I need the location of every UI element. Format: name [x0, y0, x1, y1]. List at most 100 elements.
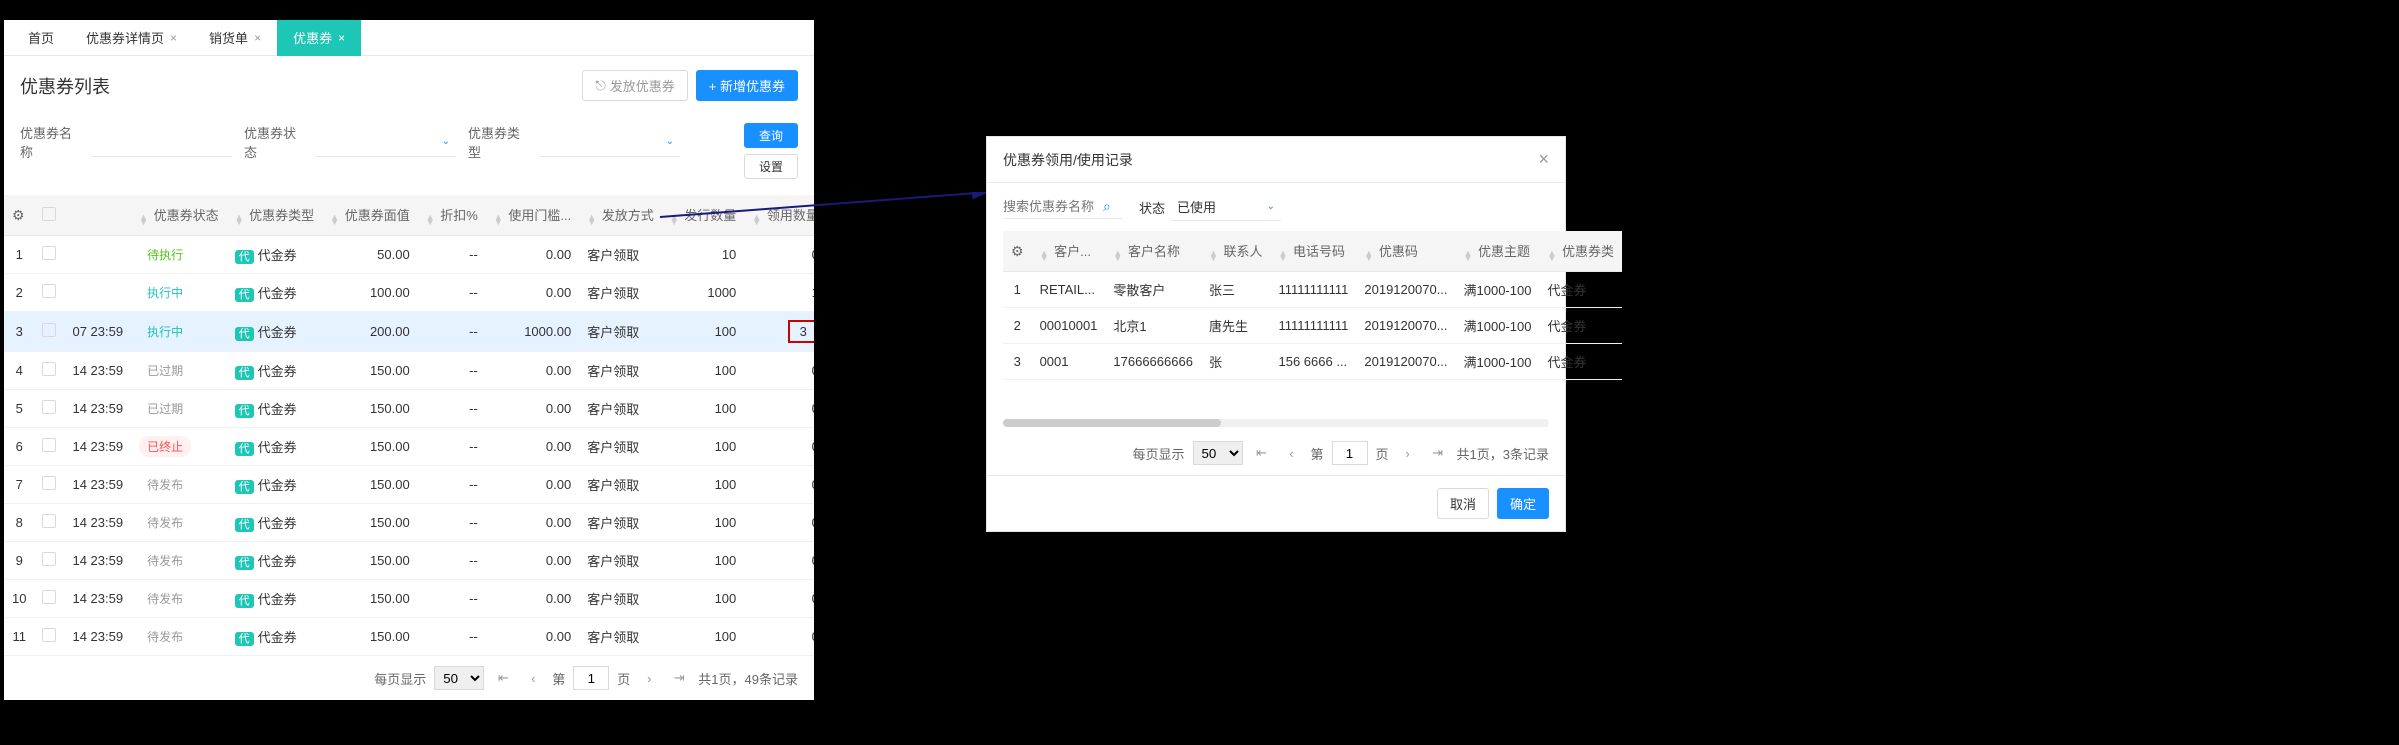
- checkbox[interactable]: [42, 207, 56, 221]
- sort-icon[interactable]: ▲▼: [670, 215, 679, 225]
- row-received[interactable]: 0: [744, 352, 814, 390]
- sort-icon[interactable]: ▲▼: [1547, 251, 1556, 261]
- tab[interactable]: 首页: [12, 20, 70, 56]
- column-header[interactable]: ▲▼ 发行数量: [662, 195, 745, 236]
- row-received[interactable]: 0: [744, 504, 814, 542]
- highlighted-count[interactable]: 3: [788, 320, 814, 343]
- prev-page-button[interactable]: ‹: [522, 667, 544, 689]
- row-received[interactable]: 0: [744, 428, 814, 466]
- table-row[interactable]: 3000117666666666张156 6666 ...2019120070.…: [1003, 344, 1622, 380]
- page-input[interactable]: [1332, 441, 1368, 465]
- column-header[interactable]: ▲▼ 客户...: [1032, 231, 1106, 272]
- table-row[interactable]: 1114 23:59待发布代代金券150.00--0.00客户领取10000⎋⊞: [4, 618, 814, 656]
- close-icon[interactable]: ×: [338, 31, 345, 45]
- column-header[interactable]: ⚙: [1003, 231, 1032, 272]
- sort-icon[interactable]: ▲▼: [1040, 251, 1049, 261]
- filter-status-select[interactable]: ⌄: [316, 127, 456, 157]
- table-row[interactable]: 814 23:59待发布代代金券150.00--0.00客户领取10000⎋⊞: [4, 504, 814, 542]
- next-page-button[interactable]: ›: [638, 667, 660, 689]
- column-header[interactable]: ▲▼ 客户名称: [1105, 231, 1201, 272]
- last-page-button[interactable]: ⇥: [1427, 442, 1449, 464]
- column-header[interactable]: ▲▼ 使用门槛...: [486, 195, 579, 236]
- next-page-button[interactable]: ›: [1397, 442, 1419, 464]
- table-row[interactable]: 200010001北京1唐先生111111111112019120070...满…: [1003, 308, 1622, 344]
- checkbox[interactable]: [42, 590, 56, 604]
- first-page-button[interactable]: ⇤: [1251, 442, 1273, 464]
- filter-name-input[interactable]: [92, 127, 232, 157]
- checkbox[interactable]: [42, 438, 56, 452]
- table-row[interactable]: 1待执行代代金券50.00--0.00客户领取1000⎋⊞: [4, 236, 814, 274]
- checkbox[interactable]: [42, 362, 56, 376]
- column-header[interactable]: ▲▼ 发放方式: [579, 195, 662, 236]
- column-header[interactable]: ⚙: [4, 195, 34, 236]
- gear-icon[interactable]: ⚙: [12, 207, 25, 223]
- sort-icon[interactable]: ▲▼: [1278, 251, 1287, 261]
- horizontal-scrollbar[interactable]: [1003, 419, 1549, 427]
- column-header[interactable]: ▲▼ 优惠券面值: [322, 195, 418, 236]
- row-received[interactable]: 0: [744, 390, 814, 428]
- status-select[interactable]: 已使用 ⌄: [1171, 193, 1281, 221]
- add-coupon-button[interactable]: + 新增优惠券: [696, 70, 798, 101]
- column-header[interactable]: ▲▼ 优惠券类: [1539, 231, 1622, 272]
- column-header[interactable]: ▲▼ 折扣%: [418, 195, 486, 236]
- table-row[interactable]: 307 23:59执行中代代金券200.00--1000.00客户领取10031…: [4, 312, 814, 352]
- table-row[interactable]: 1014 23:59待发布代代金券150.00--0.00客户领取10000⎋⊞: [4, 580, 814, 618]
- per-page-select[interactable]: 50: [434, 666, 484, 690]
- table-row[interactable]: 2执行中代代金券100.00--0.00客户领取100010⎋⊞: [4, 274, 814, 312]
- close-icon[interactable]: ×: [1538, 149, 1549, 170]
- column-header[interactable]: ▲▼ 优惠券类型: [227, 195, 323, 236]
- column-header[interactable]: [64, 195, 131, 236]
- checkbox[interactable]: [42, 246, 56, 260]
- column-header[interactable]: ▲▼ 优惠券状态: [131, 195, 227, 236]
- column-header[interactable]: [34, 195, 64, 236]
- filter-type-select[interactable]: ⌄: [540, 127, 680, 157]
- tab[interactable]: 优惠券×: [277, 20, 361, 56]
- gear-icon[interactable]: ⚙: [1011, 243, 1024, 259]
- row-received[interactable]: 1: [744, 274, 814, 312]
- table-row[interactable]: 414 23:59已过期代代金券150.00--0.00客户领取10000⎋⊞: [4, 352, 814, 390]
- table-row[interactable]: 514 23:59已过期代代金券150.00--0.00客户领取10000⎋⊞: [4, 390, 814, 428]
- search-input[interactable]: [1003, 195, 1103, 218]
- table-row[interactable]: 714 23:59待发布代代金券150.00--0.00客户领取10000⎋⊞: [4, 466, 814, 504]
- row-received[interactable]: 0: [744, 236, 814, 274]
- checkbox[interactable]: [42, 400, 56, 414]
- sort-icon[interactable]: ▲▼: [330, 215, 339, 225]
- column-header[interactable]: ▲▼ 领用数量: [744, 195, 814, 236]
- table-row[interactable]: 614 23:59已终止代代金券150.00--0.00客户领取10000⎋⊞: [4, 428, 814, 466]
- table-row[interactable]: 914 23:59待发布代代金券150.00--0.00客户领取10000⎋⊞: [4, 542, 814, 580]
- sort-icon[interactable]: ▲▼: [1364, 251, 1373, 261]
- column-header[interactable]: ▲▼ 优惠主题: [1456, 231, 1540, 272]
- checkbox[interactable]: [42, 284, 56, 298]
- table-row[interactable]: 1RETAIL...零散客户张三111111111112019120070...…: [1003, 272, 1622, 308]
- sort-icon[interactable]: ▲▼: [494, 215, 503, 225]
- prev-page-button[interactable]: ‹: [1281, 442, 1303, 464]
- query-button[interactable]: 查询: [744, 123, 798, 148]
- tab[interactable]: 优惠券详情页×: [70, 20, 193, 56]
- checkbox[interactable]: [42, 552, 56, 566]
- send-coupon-button[interactable]: ⎋ 发放优惠券: [582, 70, 687, 101]
- last-page-button[interactable]: ⇥: [668, 667, 690, 689]
- sort-icon[interactable]: ▲▼: [426, 215, 435, 225]
- column-header[interactable]: ▲▼ 优惠码: [1356, 231, 1455, 272]
- close-icon[interactable]: ×: [254, 31, 261, 45]
- sort-icon[interactable]: ▲▼: [1113, 251, 1122, 261]
- first-page-button[interactable]: ⇤: [492, 667, 514, 689]
- row-received[interactable]: 0: [744, 580, 814, 618]
- checkbox[interactable]: [42, 628, 56, 642]
- scroll-thumb[interactable]: [1003, 419, 1221, 427]
- page-input[interactable]: [573, 666, 609, 690]
- column-header[interactable]: ▲▼ 电话号码: [1270, 231, 1356, 272]
- row-received[interactable]: 0: [744, 542, 814, 580]
- row-received[interactable]: 3: [744, 312, 814, 352]
- checkbox[interactable]: [42, 323, 56, 337]
- sort-icon[interactable]: ▲▼: [1209, 251, 1218, 261]
- sort-icon[interactable]: ▲▼: [139, 215, 148, 225]
- cancel-button[interactable]: 取消: [1437, 488, 1489, 519]
- settings-button[interactable]: 设置: [744, 154, 798, 179]
- checkbox[interactable]: [42, 476, 56, 490]
- row-received[interactable]: 0: [744, 466, 814, 504]
- column-header[interactable]: ▲▼ 联系人: [1201, 231, 1271, 272]
- row-received[interactable]: 0: [744, 618, 814, 656]
- sort-icon[interactable]: ▲▼: [752, 215, 761, 225]
- confirm-button[interactable]: 确定: [1497, 488, 1549, 519]
